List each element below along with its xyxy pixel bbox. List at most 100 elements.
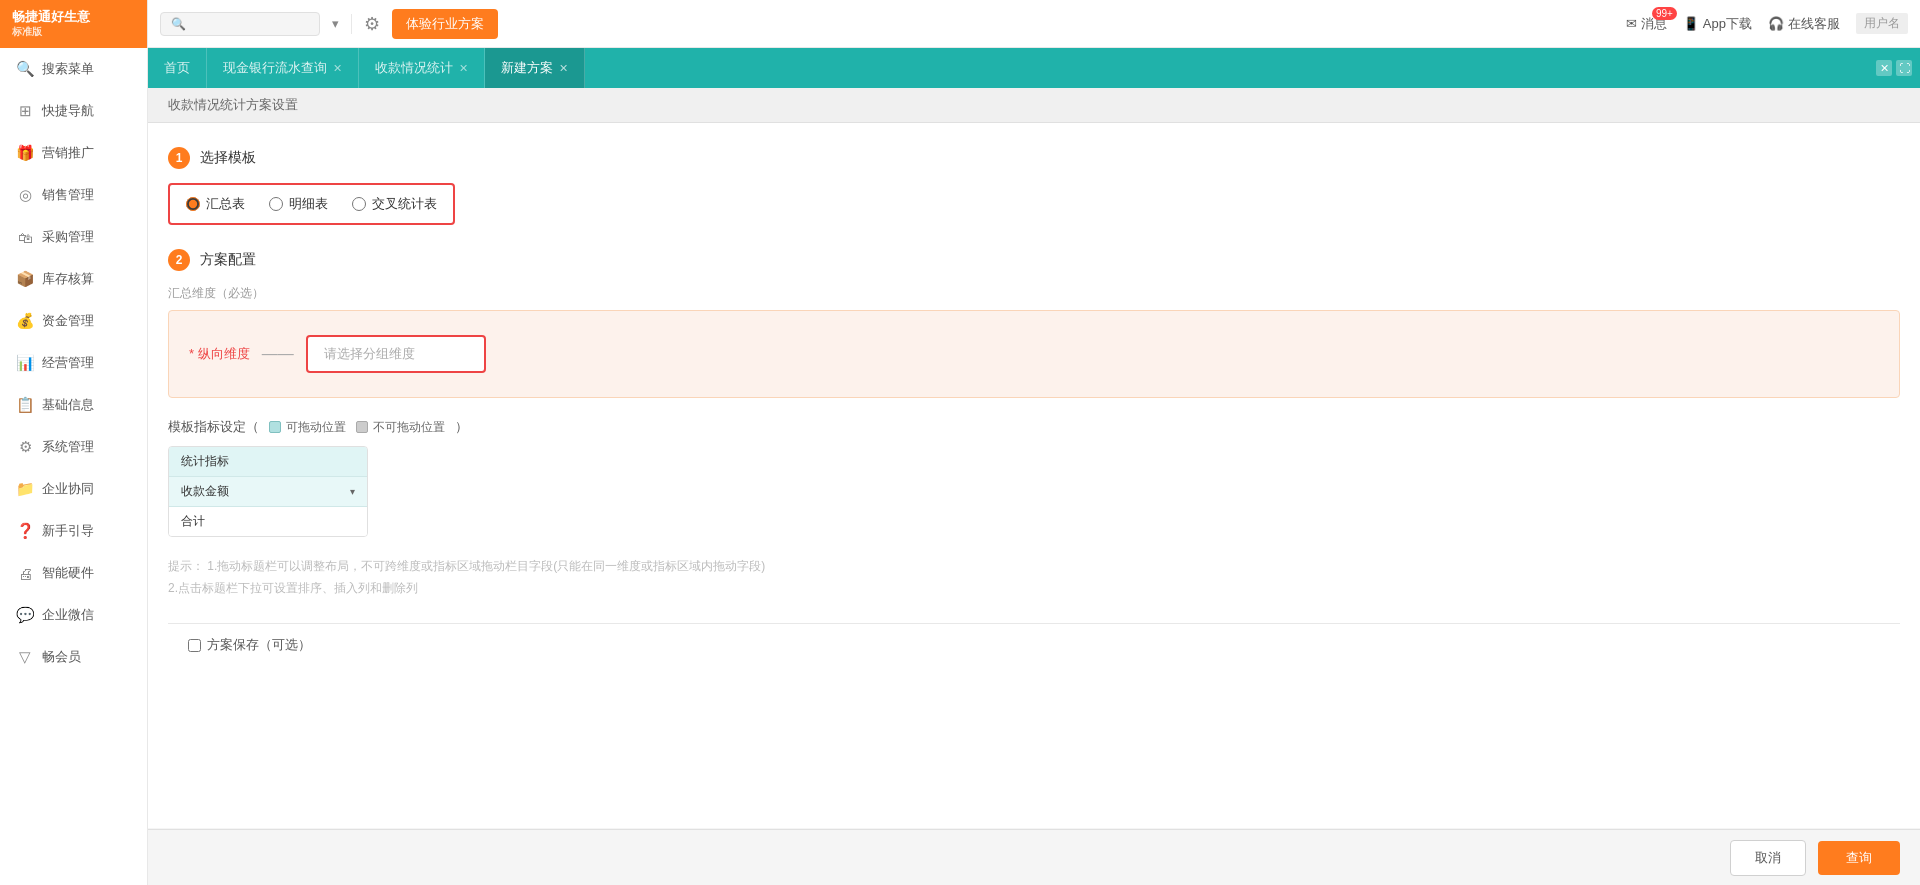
step1-number: 1 — [168, 147, 190, 169]
finance-icon: 💰 — [16, 312, 34, 330]
topbar-dropdown-icon[interactable]: ▾ — [332, 16, 339, 31]
sidebar-item-hardware[interactable]: 🖨 智能硬件 — [0, 552, 147, 594]
inventory-icon: 📦 — [16, 270, 34, 288]
tab-receipt-close[interactable]: ✕ — [459, 62, 468, 75]
save-option-label[interactable]: 方案保存（可选） — [188, 636, 311, 654]
sidebar-item-label: 畅会员 — [42, 648, 81, 666]
metrics-section: 模板指标设定（ 可拖动位置 不可拖动位置 ） — [168, 418, 1900, 540]
member-icon: ▽ — [16, 648, 34, 666]
save-option-section: 方案保存（可选） — [168, 623, 1900, 666]
system-icon: ⚙ — [16, 438, 34, 456]
metrics-config-suffix: ） — [455, 418, 468, 436]
app-name: 畅捷通好生意 — [12, 9, 90, 25]
user-label[interactable]: 用户名 — [1856, 13, 1908, 34]
template-summary[interactable]: 汇总表 — [186, 195, 245, 213]
metrics-col-label: 收款金额 — [181, 483, 229, 500]
summary-dim-label: 汇总维度（必选） — [168, 285, 1900, 302]
template-detail[interactable]: 明细表 — [269, 195, 328, 213]
download-button[interactable]: 📱 App下载 — [1683, 15, 1752, 33]
settings-icon[interactable]: ⚙ — [364, 13, 380, 35]
close-window-button[interactable]: ✕ — [1876, 60, 1892, 76]
step1-title: 选择模板 — [200, 149, 256, 167]
message-button[interactable]: ✉ 消息 99+ — [1626, 15, 1667, 33]
tab-receipt-label: 收款情况统计 — [375, 59, 453, 77]
sidebar-item-basic-info[interactable]: 📋 基础信息 — [0, 384, 147, 426]
sales-icon: ◎ — [16, 186, 34, 204]
sidebar-item-finance[interactable]: 💰 资金管理 — [0, 300, 147, 342]
topbar-right: ✉ 消息 99+ 📱 App下载 🎧 在线客服 用户名 — [1626, 13, 1908, 34]
tab-bank-close[interactable]: ✕ — [333, 62, 342, 75]
template-cross[interactable]: 交叉统计表 — [352, 195, 437, 213]
tab-new-plan-label: 新建方案 — [501, 59, 553, 77]
step1-header: 1 选择模板 — [168, 147, 1900, 169]
sidebar-item-search[interactable]: 🔍 搜索菜单 — [0, 48, 147, 90]
chevron-down-icon: ▾ — [350, 486, 355, 497]
tab-new-plan-close[interactable]: ✕ — [559, 62, 568, 75]
hint-1: 提示： 1.拖动标题栏可以调整布局，不可跨维度或指标区域拖动栏目字段(只能在同一… — [168, 556, 1900, 578]
step2-section: 2 方案配置 汇总维度（必选） * 纵向维度 —— 请选择分组维度 — [168, 249, 1900, 599]
sidebar-item-wechat[interactable]: 💬 企业微信 — [0, 594, 147, 636]
support-button[interactable]: 🎧 在线客服 — [1768, 15, 1840, 33]
vertical-dim-label: * 纵向维度 — [189, 345, 250, 363]
hints-area: 提示： 1.拖动标题栏可以调整布局，不可跨维度或指标区域拖动栏目字段(只能在同一… — [168, 556, 1900, 599]
support-icon: 🎧 — [1768, 16, 1784, 31]
metrics-label-row: 模板指标设定（ 可拖动位置 不可拖动位置 ） — [168, 418, 1900, 436]
window-controls: ✕ ⛶ — [1876, 48, 1920, 88]
topbar-search-box[interactable]: 🔍 — [160, 12, 320, 36]
tab-bank[interactable]: 现金银行流水查询 ✕ — [207, 48, 359, 88]
form-body: 1 选择模板 汇总表 明细表 交叉统计表 — [148, 123, 1920, 828]
sidebar-item-system[interactable]: ⚙ 系统管理 — [0, 426, 147, 468]
dimension-area: * 纵向维度 —— 请选择分组维度 — [168, 310, 1900, 398]
sidebar-item-guide[interactable]: ❓ 新手引导 — [0, 510, 147, 552]
sidebar-item-nav[interactable]: ⊞ 快捷导航 — [0, 90, 147, 132]
cross-label: 交叉统计表 — [372, 195, 437, 213]
step2-title: 方案配置 — [200, 251, 256, 269]
step1-section: 1 选择模板 汇总表 明细表 交叉统计表 — [168, 147, 1900, 225]
sidebar-item-label: 销售管理 — [42, 186, 94, 204]
tab-receipt[interactable]: 收款情况统计 ✕ — [359, 48, 485, 88]
sidebar-item-purchase[interactable]: 🛍 采购管理 — [0, 216, 147, 258]
topbar-search-icon: 🔍 — [171, 17, 186, 31]
fixed-legend: 不可拖动位置 — [356, 419, 445, 436]
hardware-icon: 🖨 — [16, 565, 34, 582]
dim-row: * 纵向维度 —— 请选择分组维度 — [189, 335, 1879, 373]
topbar-divider — [351, 14, 352, 34]
sidebar-item-management[interactable]: 📊 经营管理 — [0, 342, 147, 384]
summary-radio[interactable] — [186, 197, 200, 211]
sidebar-logo: 畅捷通好生意 标准版 — [0, 0, 147, 48]
save-checkbox[interactable] — [188, 639, 201, 652]
sidebar-item-label: 经营管理 — [42, 354, 94, 372]
trial-button[interactable]: 体验行业方案 — [392, 9, 498, 39]
sidebar-item-inventory[interactable]: 📦 库存核算 — [0, 258, 147, 300]
detail-radio[interactable] — [269, 197, 283, 211]
sidebar-item-label: 快捷导航 — [42, 102, 94, 120]
sidebar-item-label: 企业微信 — [42, 606, 94, 624]
maximize-window-button[interactable]: ⛶ — [1896, 60, 1912, 76]
sidebar-item-label: 营销推广 — [42, 144, 94, 162]
sidebar-item-marketing[interactable]: 🎁 营销推广 — [0, 132, 147, 174]
cross-radio[interactable] — [352, 197, 366, 211]
sidebar-item-member[interactable]: ▽ 畅会员 — [0, 636, 147, 678]
tab-new-plan[interactable]: 新建方案 ✕ — [485, 48, 585, 88]
metrics-row-total: 合计 — [169, 507, 367, 536]
query-button[interactable]: 查询 — [1818, 841, 1900, 875]
sidebar-item-collab[interactable]: 📁 企业协同 — [0, 468, 147, 510]
sidebar-item-label: 基础信息 — [42, 396, 94, 414]
draggable-dot — [269, 421, 281, 433]
tab-home[interactable]: 首页 — [148, 48, 207, 88]
tabs-bar: 首页 现金银行流水查询 ✕ 收款情况统计 ✕ 新建方案 ✕ ✕ ⛶ — [148, 48, 1920, 88]
dim-select[interactable]: 请选择分组维度 — [306, 335, 486, 373]
sidebar-item-label: 采购管理 — [42, 228, 94, 246]
wechat-icon: 💬 — [16, 606, 34, 624]
cancel-button[interactable]: 取消 — [1730, 840, 1806, 876]
fixed-dot — [356, 421, 368, 433]
download-label: App下载 — [1703, 15, 1752, 33]
template-options: 汇总表 明细表 交叉统计表 — [168, 183, 455, 225]
content-area: 收款情况统计方案设置 1 选择模板 汇总表 明细表 — [148, 88, 1920, 829]
step2-number: 2 — [168, 249, 190, 271]
hint-2: 2.点击标题栏下拉可设置排序、插入列和删除列 — [168, 578, 1900, 600]
step2-header: 2 方案配置 — [168, 249, 1900, 271]
draggable-label: 可拖动位置 — [286, 419, 346, 436]
metrics-col-header[interactable]: 收款金额 ▾ — [169, 477, 367, 507]
sidebar-item-sales[interactable]: ◎ 销售管理 — [0, 174, 147, 216]
